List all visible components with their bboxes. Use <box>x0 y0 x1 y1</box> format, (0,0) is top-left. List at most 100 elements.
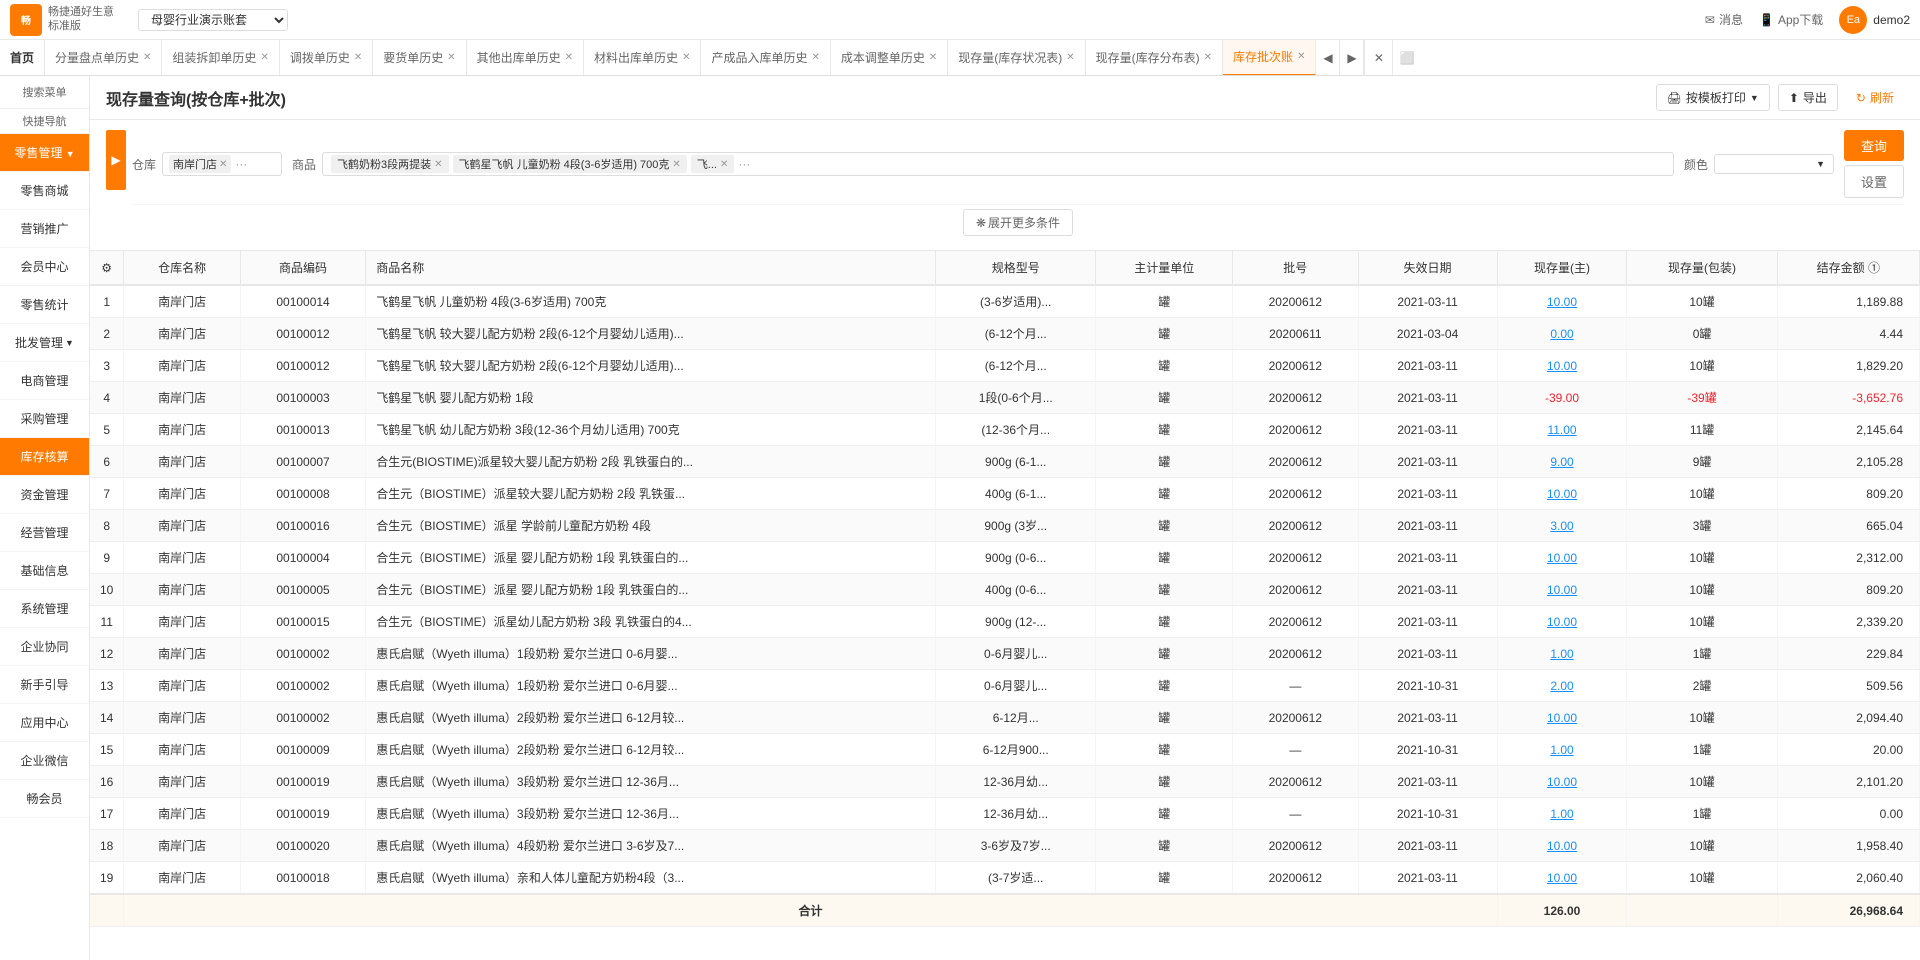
close-tab-disassembly-history[interactable]: ✕ <box>260 52 268 63</box>
warehouse-tag: 南岸门店 ✕ <box>169 155 231 173</box>
sidebar-item-retail-stats[interactable]: 零售统计 <box>0 286 89 324</box>
sidebar-item-ecommerce-mgmt[interactable]: 电商管理 <box>0 362 89 400</box>
table-row: 4 南岸门店 00100003 飞鹤星飞帆 婴儿配方奶粉 1段 1段(0-6个月… <box>90 382 1920 414</box>
row-code: 00100003 <box>240 382 366 414</box>
row-expire: 2021-03-11 <box>1358 478 1497 510</box>
row-qty-main[interactable]: 1.00 <box>1497 734 1627 766</box>
row-qty-main[interactable]: 10.00 <box>1497 606 1627 638</box>
row-amount: 2,094.40 <box>1777 702 1919 734</box>
sidebar-item-basic-info[interactable]: 基础信息 <box>0 552 89 590</box>
app-download-button[interactable]: 📱 App下载 <box>1759 11 1823 28</box>
table-row: 9 南岸门店 00100004 合生元（BIOSTIME）派星 婴儿配方奶粉 1… <box>90 542 1920 574</box>
close-tab-batch-query[interactable]: ✕ <box>1297 51 1305 62</box>
tab-product-in-history[interactable]: 产成品入库单历史 ✕ <box>701 40 830 76</box>
row-qty-main[interactable]: 10.00 <box>1497 830 1627 862</box>
sidebar-quick-nav[interactable]: 快捷导航 <box>0 109 89 134</box>
tab-nav-prev[interactable]: ◀ <box>1316 40 1340 76</box>
export-button[interactable]: ⬆ 导出 <box>1778 84 1838 111</box>
sidebar-item-purchase-mgmt[interactable]: 采购管理 <box>0 400 89 438</box>
row-qty-main[interactable]: 10.00 <box>1497 862 1627 895</box>
message-button[interactable]: ✉ 消息 <box>1705 11 1743 28</box>
close-tab-inventory-status[interactable]: ✕ <box>1066 52 1074 63</box>
tab-nav-next[interactable]: ▶ <box>1340 40 1364 76</box>
sidebar-item-operations-mgmt[interactable]: 经营管理 <box>0 514 89 552</box>
tab-inventory-status[interactable]: 现存量(库存状况表) ✕ <box>948 40 1085 76</box>
row-qty-main[interactable]: 3.00 <box>1497 510 1627 542</box>
tab-maximize[interactable]: ⬜ <box>1392 40 1420 76</box>
tab-requisition-history[interactable]: 要货单历史 ✕ <box>373 40 466 76</box>
close-tab-product-in-history[interactable]: ✕ <box>811 52 819 63</box>
close-tab-pick-history[interactable]: ✕ <box>354 52 362 63</box>
row-qty-main[interactable]: 10.00 <box>1497 766 1627 798</box>
tab-batch-query[interactable]: 库存批次账 ✕ <box>1223 40 1316 76</box>
tab-material-out-history[interactable]: 材料出库单历史 ✕ <box>584 40 701 76</box>
close-tab-material-out-history[interactable]: ✕ <box>682 52 690 63</box>
row-qty-main[interactable]: 10.00 <box>1497 542 1627 574</box>
template-print-button[interactable]: 🖨 按模板打印 ▼ <box>1656 84 1770 111</box>
col-settings: ⚙ <box>90 251 124 285</box>
top-right-area: ✉ 消息 📱 App下载 Ea demo2 <box>1705 6 1910 34</box>
tab-disassembly-history[interactable]: 组装拆卸单历史 ✕ <box>162 40 279 76</box>
system-selector[interactable]: 母婴行业演示账套 <box>138 9 288 31</box>
refresh-button[interactable]: ↻ 刷新 <box>1846 85 1904 110</box>
sidebar-item-finance-mgmt[interactable]: 资金管理 <box>0 476 89 514</box>
row-qty-main[interactable]: 1.00 <box>1497 798 1627 830</box>
sidebar-item-enterprise-wechat[interactable]: 企业微信 <box>0 742 89 780</box>
row-unit: 罐 <box>1096 414 1233 446</box>
row-amount: 2,145.64 <box>1777 414 1919 446</box>
sidebar-item-retail-mgmt[interactable]: 零售管理 ▼ <box>0 134 89 172</box>
sidebar-item-retail-shop[interactable]: 零售商城 <box>0 172 89 210</box>
row-qty-main[interactable]: 10.00 <box>1497 350 1627 382</box>
row-qty-main[interactable]: 0.00 <box>1497 318 1627 350</box>
warehouse-tag-close[interactable]: ✕ <box>219 159 227 170</box>
tab-inventory-history[interactable]: 分量盘点单历史 ✕ <box>45 40 162 76</box>
close-tab-cost-adjust-history[interactable]: ✕ <box>929 52 937 63</box>
tab-close-all[interactable]: ✕ <box>1364 40 1392 76</box>
product-tag-1-close[interactable]: ✕ <box>434 159 442 170</box>
sidebar-item-new-guide[interactable]: 新手引导 <box>0 666 89 704</box>
tab-home[interactable]: 首页 <box>0 40 45 76</box>
settings-button[interactable]: 设置 <box>1844 165 1904 198</box>
tab-other-out-history[interactable]: 其他出库单历史 ✕ <box>467 40 584 76</box>
product-tag-3-close[interactable]: ✕ <box>720 159 728 170</box>
sidebar-item-marketing[interactable]: 营销推广 <box>0 210 89 248</box>
row-qty-main[interactable]: -39.00 <box>1497 382 1627 414</box>
expand-more-button[interactable]: ❋ 展开更多条件 <box>963 209 1073 236</box>
row-qty-main[interactable]: 11.00 <box>1497 414 1627 446</box>
sidebar-item-member-card[interactable]: 畅会员 <box>0 780 89 818</box>
product-ellipsis[interactable]: ··· <box>738 157 750 171</box>
row-qty-main[interactable]: 10.00 <box>1497 285 1627 318</box>
row-spec: 900g (3岁... <box>936 510 1096 542</box>
product-tags-input[interactable]: 飞鹤奶粉3段两提装 ✕ 飞鹤星飞帆 儿童奶粉 4段(3-6岁适用) 700克 ✕… <box>322 152 1674 176</box>
sidebar-item-inventory-check[interactable]: 库存核算 <box>0 438 89 476</box>
sidebar-search[interactable]: 搜索菜单 <box>0 76 89 109</box>
close-tab-requisition-history[interactable]: ✕ <box>447 52 455 63</box>
row-qty-main[interactable]: 2.00 <box>1497 670 1627 702</box>
user-area[interactable]: Ea demo2 <box>1839 6 1910 34</box>
row-qty-main[interactable]: 10.00 <box>1497 574 1627 606</box>
tab-cost-adjust-history[interactable]: 成本调整单历史 ✕ <box>831 40 948 76</box>
close-tab-other-out-history[interactable]: ✕ <box>565 52 573 63</box>
row-no: 18 <box>90 830 124 862</box>
row-qty-main[interactable]: 1.00 <box>1497 638 1627 670</box>
tab-pick-history[interactable]: 调拨单历史 ✕ <box>280 40 373 76</box>
close-tab-inventory-history[interactable]: ✕ <box>143 52 151 63</box>
sidebar-item-enterprise-coop[interactable]: 企业协同 <box>0 628 89 666</box>
row-qty-main[interactable]: 10.00 <box>1497 478 1627 510</box>
row-unit: 罐 <box>1096 574 1233 606</box>
color-dropdown[interactable]: ▼ <box>1714 154 1834 174</box>
row-qty-main[interactable]: 9.00 <box>1497 446 1627 478</box>
sidebar-item-app-center[interactable]: 应用中心 <box>0 704 89 742</box>
row-no: 13 <box>90 670 124 702</box>
filter-expand-arrow[interactable]: ▶ <box>106 130 126 190</box>
tab-inventory-dist[interactable]: 现存量(库存分布表) ✕ <box>1086 40 1223 76</box>
sidebar-item-system-mgmt[interactable]: 系统管理 <box>0 590 89 628</box>
close-tab-inventory-dist[interactable]: ✕ <box>1204 52 1212 63</box>
product-tag-2-close[interactable]: ✕ <box>672 159 680 170</box>
warehouse-ellipsis[interactable]: ··· <box>235 157 247 171</box>
sidebar-item-wholesale-mgmt[interactable]: 批发管理 ▼ <box>0 324 89 362</box>
row-qty-main[interactable]: 10.00 <box>1497 702 1627 734</box>
warehouse-input[interactable]: 南岸门店 ✕ ··· <box>162 152 282 176</box>
sidebar-item-member-center[interactable]: 会员中心 <box>0 248 89 286</box>
query-button[interactable]: 查询 <box>1844 130 1904 161</box>
